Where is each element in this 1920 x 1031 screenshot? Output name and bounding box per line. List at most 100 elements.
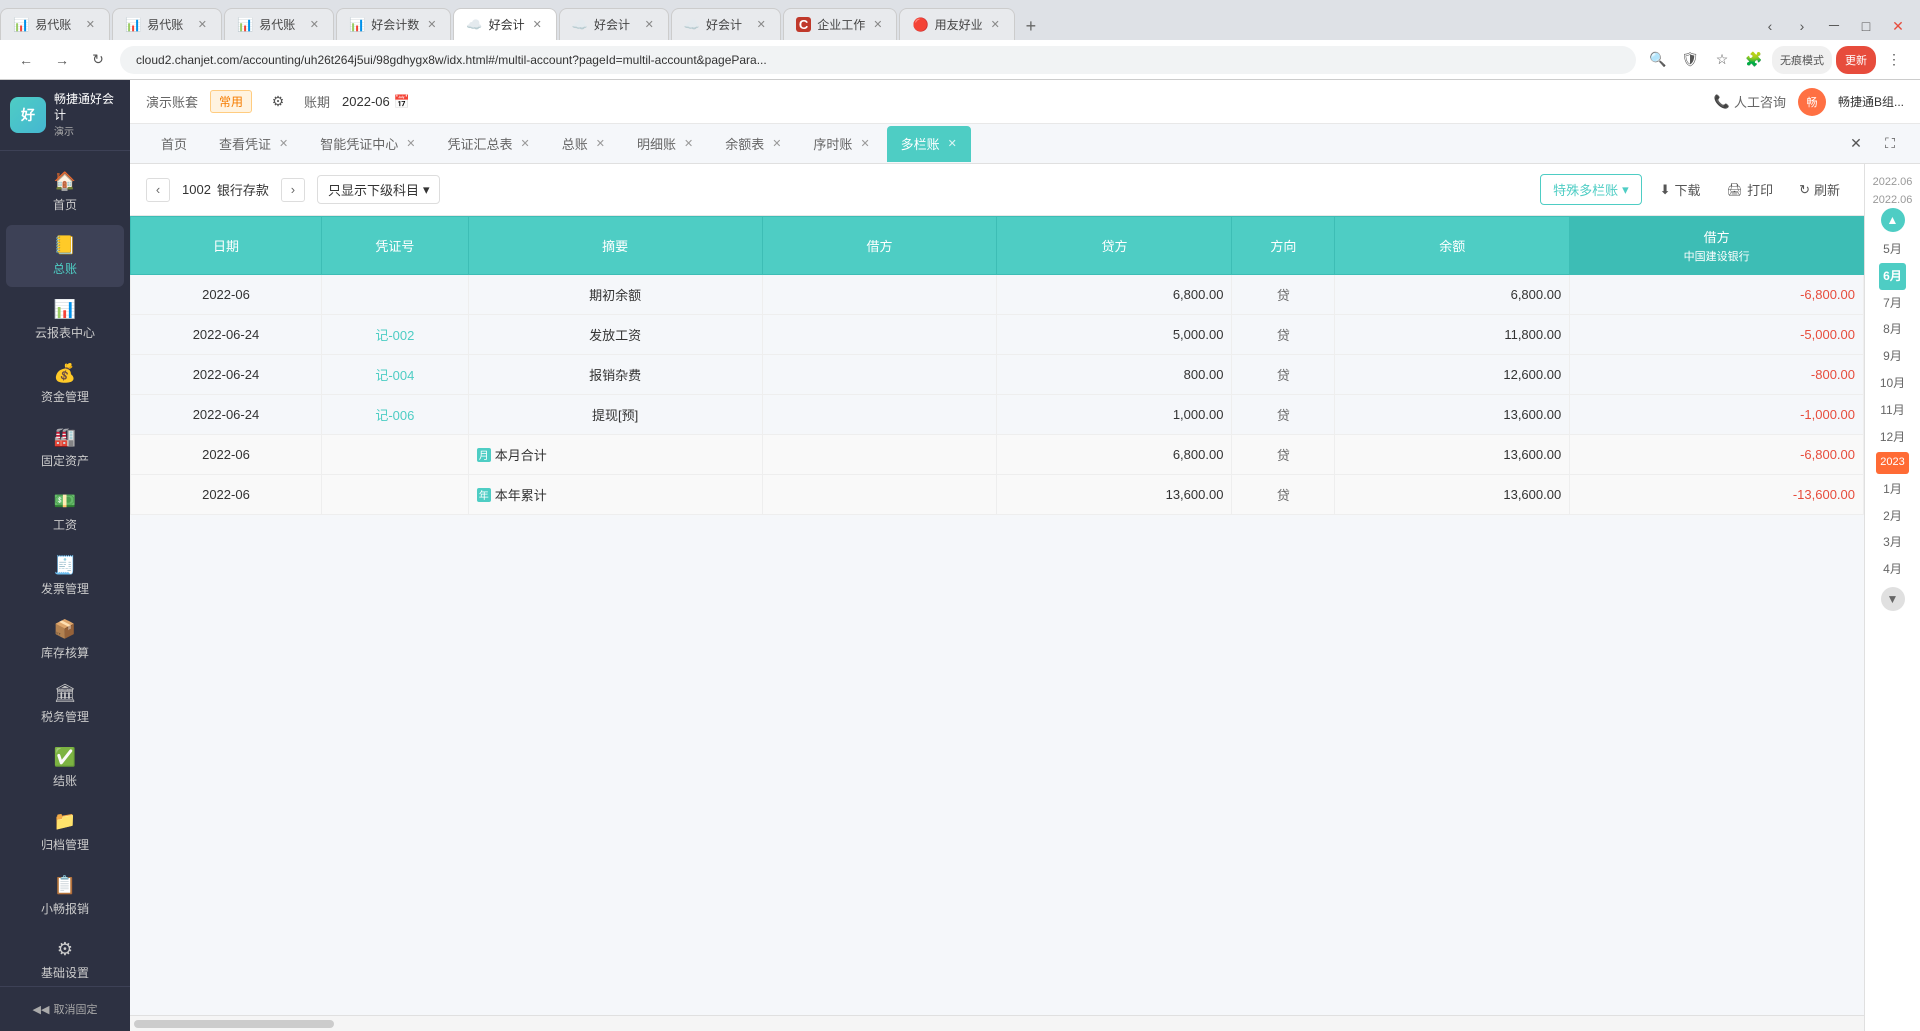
tab-general-ledger[interactable]: 总账 ✕ (547, 126, 620, 162)
subject-filter-dropdown[interactable]: 只显示下级科目 ▾ (317, 175, 441, 204)
special-ledger-button[interactable]: 特殊多栏账 ▾ (1540, 174, 1642, 205)
tab-multi-column-close[interactable]: ✕ (948, 137, 957, 150)
table-row: 2022-06-24 记-006 提现[预] 1,000.00 贷 13,600… (131, 395, 1864, 435)
tab-close-5[interactable]: ✕ (531, 18, 544, 31)
timeline-scroll-down[interactable]: ▼ (1881, 587, 1905, 611)
timeline-scroll-up[interactable]: ▲ (1881, 208, 1905, 232)
sidebar-item-assets[interactable]: 🏭 固定资产 (6, 417, 124, 479)
tab-detail-ledger-close[interactable]: ✕ (684, 137, 693, 150)
tab-balance-close[interactable]: ✕ (772, 137, 781, 150)
tab-smart-voucher[interactable]: 智能凭证中心 ✕ (305, 126, 430, 162)
timeline-month-7[interactable]: 7月 (1879, 290, 1906, 317)
tab-general-ledger-close[interactable]: ✕ (596, 137, 605, 150)
user-avatar[interactable]: 畅 (1798, 88, 1826, 116)
tab-close-8[interactable]: ✕ (871, 18, 884, 31)
timeline-month-8[interactable]: 8月 (1879, 316, 1906, 343)
sidebar-item-funds[interactable]: 💰 资金管理 (6, 353, 124, 415)
voucher-link-2[interactable]: 记-004 (375, 368, 414, 383)
tab-multi-column[interactable]: 多栏账 ✕ (887, 126, 971, 162)
maximize-button[interactable]: □ (1852, 12, 1880, 40)
tab-home[interactable]: 首页 (146, 126, 202, 162)
refresh-button[interactable]: ↻ (84, 46, 112, 74)
tab-scroll-left[interactable]: ‹ (1756, 12, 1784, 40)
browser-tab-8[interactable]: C 企业工作 ✕ (783, 8, 898, 40)
sidebar-item-home[interactable]: 🏠 首页 (6, 161, 124, 223)
sidebar-item-expense[interactable]: 📋 小畅报销 (6, 865, 124, 927)
menu-icon[interactable]: ⋮ (1880, 46, 1908, 74)
browser-tab-9[interactable]: 🔴 用友好业 ✕ (899, 8, 1014, 40)
browser-tab-3[interactable]: 📊 易代账 ✕ (224, 8, 334, 40)
sidebar-item-invoice[interactable]: 🧾 发票管理 (6, 545, 124, 607)
tab-close-2[interactable]: ✕ (196, 18, 209, 31)
sidebar-item-close-accounts[interactable]: ✅ 结账 (6, 737, 124, 799)
browser-tab-2[interactable]: 📊 易代账 ✕ (112, 8, 222, 40)
tab-voucher-summary-close[interactable]: ✕ (521, 137, 530, 150)
extensions-icon[interactable]: 🧩 (1740, 46, 1768, 74)
timeline-month-10[interactable]: 10月 (1876, 370, 1909, 397)
url-input[interactable] (120, 46, 1636, 74)
timeline-month-9[interactable]: 9月 (1879, 343, 1906, 370)
forward-button[interactable]: → (48, 46, 76, 74)
settings-gear-icon[interactable]: ⚙ (264, 88, 292, 116)
tab-close-1[interactable]: ✕ (84, 18, 97, 31)
voucher-link-1[interactable]: 记-002 (375, 328, 414, 343)
scroll-thumb[interactable] (134, 1020, 334, 1028)
shield-icon[interactable]: 🛡 (1676, 46, 1704, 74)
close-window-button[interactable]: ✕ (1884, 12, 1912, 40)
tab-close-4[interactable]: ✕ (425, 18, 438, 31)
browser-tab-6[interactable]: ☁️ 好会计 ✕ (559, 8, 669, 40)
sidebar-item-ledger[interactable]: 📒 总账 (6, 225, 124, 287)
add-tab-button[interactable]: + (1017, 12, 1045, 40)
sidebar-item-settings[interactable]: ⚙ 基础设置 (6, 929, 124, 986)
tab-close-7[interactable]: ✕ (755, 18, 768, 31)
collapse-sidebar-button[interactable]: ◀◀ 取消固定 (6, 995, 124, 1023)
tab-voucher-summary[interactable]: 凭证汇总表 ✕ (432, 126, 544, 162)
tab-close-panel-icon[interactable]: ✕ (1842, 130, 1870, 158)
timeline-month-2-2023[interactable]: 2月 (1879, 503, 1906, 530)
timeline-month-5[interactable]: 5月 (1879, 236, 1906, 263)
minimize-button[interactable]: － (1820, 12, 1848, 40)
tab-chronological[interactable]: 序时账 ✕ (798, 126, 884, 162)
stealth-mode-button[interactable]: 无痕模式 (1772, 46, 1832, 74)
timeline-month-11[interactable]: 11月 (1876, 397, 1908, 424)
sidebar-item-inventory[interactable]: 📦 库存核算 (6, 609, 124, 671)
update-button[interactable]: 更新 (1836, 46, 1876, 74)
search-icon[interactable]: 🔍 (1644, 46, 1672, 74)
browser-tab-4[interactable]: 📊 好会计数 ✕ (336, 8, 451, 40)
print-button[interactable]: 🖨 打印 (1719, 175, 1782, 204)
prev-account-button[interactable]: ‹ (146, 178, 170, 202)
bottom-scrollbar[interactable] (130, 1015, 1864, 1031)
voucher-link-3[interactable]: 记-006 (375, 408, 414, 423)
sidebar-item-reports[interactable]: 📊 云报表中心 (6, 289, 124, 351)
timeline-month-1-2023[interactable]: 1月 (1879, 476, 1906, 503)
sidebar-item-tax[interactable]: 🏛 税务管理 (6, 673, 124, 735)
browser-tab-1[interactable]: 📊 易代账 ✕ (0, 8, 110, 40)
timeline-month-12[interactable]: 12月 (1876, 424, 1909, 451)
consult-button[interactable]: 📞 人工咨询 (1714, 92, 1786, 111)
tab-close-6[interactable]: ✕ (643, 18, 656, 31)
sidebar-item-archive[interactable]: 📁 归档管理 (6, 801, 124, 863)
back-button[interactable]: ← (12, 46, 40, 74)
browser-tab-5[interactable]: ☁️ 好会计 ✕ (453, 8, 556, 40)
refresh-button[interactable]: ↻ 刷新 (1791, 175, 1848, 204)
tab-close-9[interactable]: ✕ (989, 18, 1002, 31)
tab-close-3[interactable]: ✕ (308, 18, 321, 31)
table-row: 2022-06-24 记-002 发放工资 5,000.00 贷 11,800.… (131, 315, 1864, 355)
calendar-icon[interactable]: 📅 (394, 94, 410, 110)
tab-smart-voucher-close[interactable]: ✕ (406, 137, 415, 150)
timeline-month-3-2023[interactable]: 3月 (1879, 529, 1906, 556)
sidebar-item-salary[interactable]: 💵 工资 (6, 481, 124, 543)
tab-detail-ledger[interactable]: 明细账 ✕ (622, 126, 708, 162)
browser-tab-7[interactable]: ☁️ 好会计 ✕ (671, 8, 781, 40)
tab-balance[interactable]: 余额表 ✕ (710, 126, 796, 162)
tab-maximize-icon[interactable]: ⛶ (1876, 130, 1904, 158)
tab-scroll-right[interactable]: › (1788, 12, 1816, 40)
download-button[interactable]: ⬇ 下载 (1652, 175, 1709, 204)
star-icon[interactable]: ☆ (1708, 46, 1736, 74)
timeline-month-6[interactable]: 6月 (1879, 263, 1906, 290)
tab-chronological-close[interactable]: ✕ (860, 137, 869, 150)
tab-view-voucher[interactable]: 查看凭证 ✕ (204, 126, 303, 162)
next-account-button[interactable]: › (281, 178, 305, 202)
timeline-month-4-2023[interactable]: 4月 (1879, 556, 1906, 583)
tab-view-voucher-close[interactable]: ✕ (279, 137, 288, 150)
